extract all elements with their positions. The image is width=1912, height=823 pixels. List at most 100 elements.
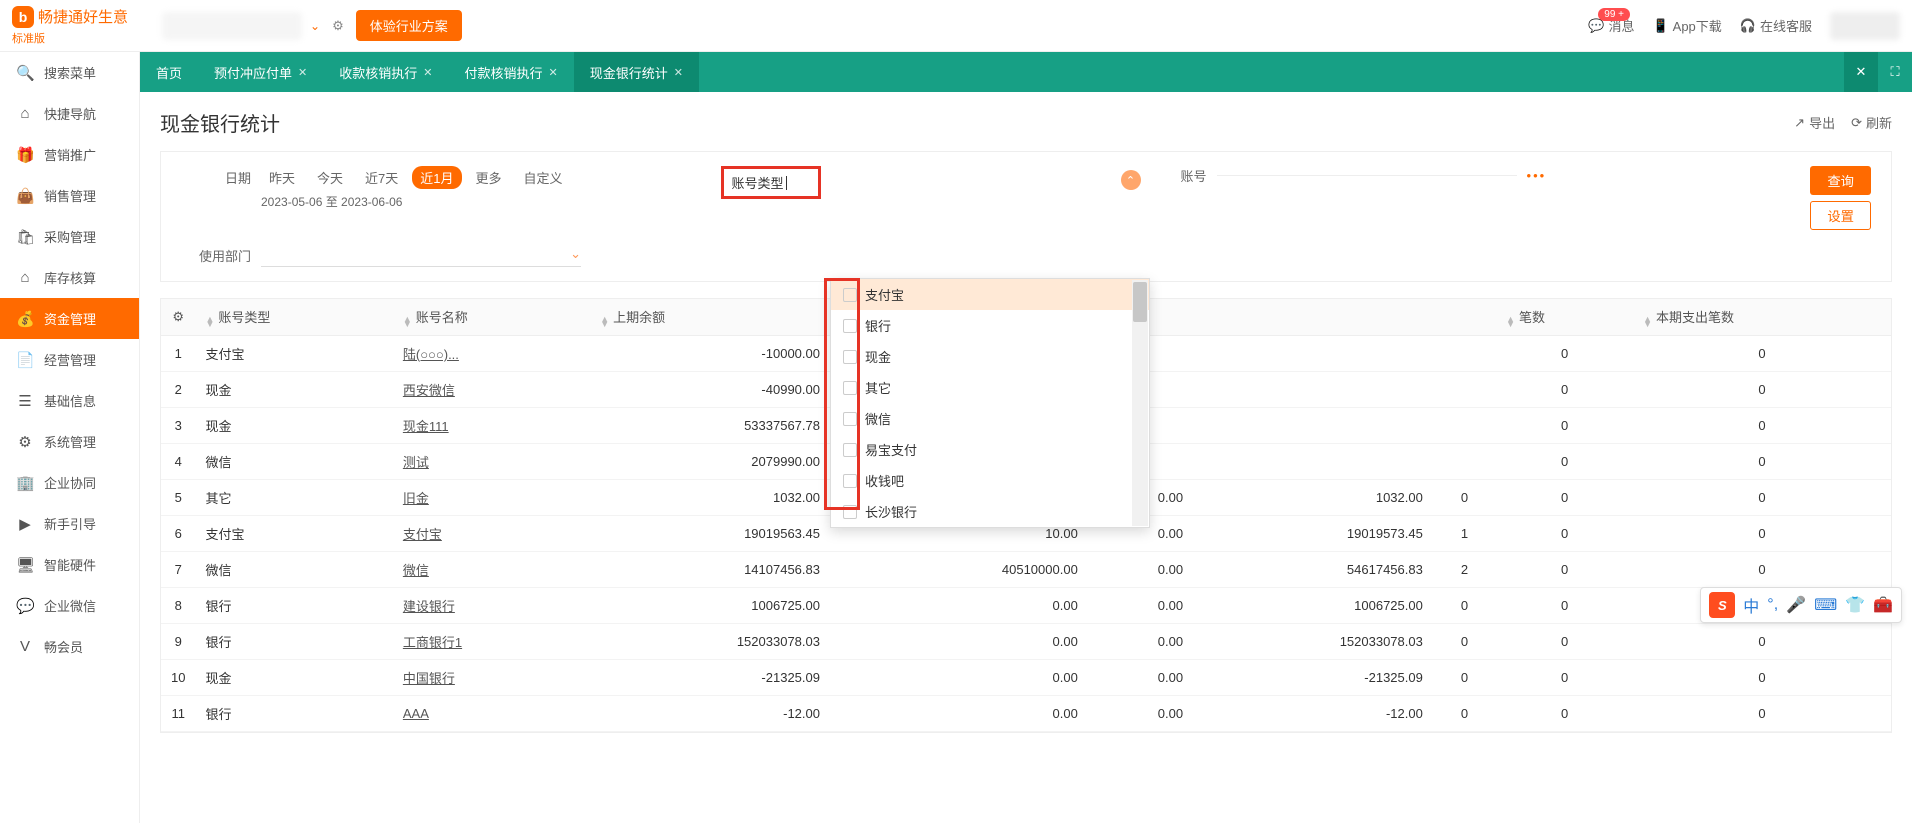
cell[interactable]: 建设银行 <box>393 588 590 624</box>
column-header[interactable]: ▲▼账号类型 <box>195 299 392 336</box>
ime-skin-icon[interactable]: 👕 <box>1845 595 1865 615</box>
dropdown-option[interactable]: 现金 <box>831 341 1149 372</box>
customer-service-button[interactable]: 🎧 在线客服 <box>1740 16 1812 35</box>
checkbox[interactable] <box>843 350 857 364</box>
tab-close-icon[interactable]: ✕ <box>423 66 432 79</box>
cell[interactable]: 微信 <box>393 552 590 588</box>
sidebar-item[interactable]: 🛍采购管理 <box>0 216 139 257</box>
cell[interactable]: 工商银行1 <box>393 624 590 660</box>
cell[interactable]: AAA <box>393 696 590 732</box>
ime-lang-label[interactable]: 中 <box>1743 593 1759 617</box>
experience-button[interactable]: 体验行业方案 <box>356 10 462 41</box>
org-chevron-icon[interactable]: ⌄ <box>310 19 320 33</box>
cell[interactable]: 西安微信 <box>393 372 590 408</box>
date-chip[interactable]: 自定义 <box>516 166 571 189</box>
sort-icon[interactable]: ▲▼ <box>600 317 609 327</box>
dropdown-option[interactable]: 微信 <box>831 403 1149 434</box>
column-header[interactable] <box>1433 299 1496 336</box>
dropdown-option[interactable]: 长沙银行 <box>831 496 1149 527</box>
sidebar-item[interactable]: 🖥智能硬件 <box>0 544 139 585</box>
account-link[interactable]: 建设银行 <box>403 599 455 614</box>
settings-button[interactable]: 设置 <box>1810 201 1871 230</box>
column-header[interactable]: ▲▼笔数 <box>1496 299 1633 336</box>
sidebar-item[interactable]: ☰基础信息 <box>0 380 139 421</box>
dropdown-scrollbar[interactable] <box>1132 280 1148 526</box>
sidebar-item[interactable]: ⌂库存核算 <box>0 257 139 298</box>
collapse-filter-icon[interactable]: ⌃ <box>1121 170 1141 190</box>
account-link[interactable]: 工商银行1 <box>403 635 462 650</box>
cell[interactable]: 中国银行 <box>393 660 590 696</box>
tab[interactable]: 付款核销执行✕ <box>448 52 573 92</box>
account-link[interactable]: 旧金 <box>403 491 429 506</box>
sidebar-item[interactable]: ⌂快捷导航 <box>0 93 139 134</box>
account-link[interactable]: 西安微信 <box>403 383 455 398</box>
date-chip[interactable]: 近7天 <box>357 166 406 189</box>
checkbox[interactable] <box>843 412 857 426</box>
more-dots-icon[interactable]: ••• <box>1527 168 1547 183</box>
date-chip[interactable]: 更多 <box>468 166 510 189</box>
account-link[interactable]: 微信 <box>403 563 429 578</box>
account-link[interactable]: AAA <box>403 706 429 721</box>
account-link[interactable]: 陆(○○○)... <box>403 347 459 362</box>
sidebar-item[interactable]: 🏢企业协同 <box>0 462 139 503</box>
checkbox[interactable] <box>843 319 857 333</box>
sort-icon[interactable]: ▲▼ <box>403 317 412 327</box>
column-header[interactable]: ⚙ <box>161 299 195 336</box>
checkbox[interactable] <box>843 505 857 519</box>
tab[interactable]: 收款核销执行✕ <box>323 52 448 92</box>
account-link[interactable]: 中国银行 <box>403 671 455 686</box>
sort-icon[interactable]: ▲▼ <box>205 317 214 327</box>
date-chip[interactable]: 近1月 <box>412 166 461 189</box>
account-link[interactable]: 支付宝 <box>403 527 442 542</box>
ime-mic-icon[interactable]: 🎤 <box>1786 595 1806 615</box>
cell[interactable]: 旧金 <box>393 480 590 516</box>
tab[interactable]: 首页 <box>140 52 198 92</box>
ime-keyboard-icon[interactable]: ⌨ <box>1814 595 1837 615</box>
dropdown-option[interactable]: 银行 <box>831 310 1149 341</box>
sidebar-item[interactable]: 🎁营销推广 <box>0 134 139 175</box>
tab-close-all-button[interactable]: ✕ <box>1844 52 1878 92</box>
account-link[interactable]: 测试 <box>403 455 429 470</box>
checkbox[interactable] <box>843 381 857 395</box>
sort-icon[interactable]: ▲▼ <box>1506 317 1515 327</box>
sidebar-item[interactable]: V畅会员 <box>0 626 139 667</box>
export-button[interactable]: ↗ 导出 <box>1794 113 1835 132</box>
tab-close-icon[interactable]: ✕ <box>674 66 683 79</box>
sort-icon[interactable]: ▲▼ <box>1643 317 1652 327</box>
tab[interactable]: 预付冲应付单✕ <box>198 52 323 92</box>
checkbox[interactable] <box>843 474 857 488</box>
column-header[interactable]: ▲▼账号名称 <box>393 299 590 336</box>
column-header[interactable]: ▲▼上期余额 <box>590 299 830 336</box>
tab-expand-button[interactable]: ⛶ <box>1878 52 1912 92</box>
ime-toolbox-icon[interactable]: 🧰 <box>1873 595 1893 615</box>
sidebar-item[interactable]: 💰资金管理 <box>0 298 139 339</box>
dropdown-option[interactable]: 易宝支付 <box>831 434 1149 465</box>
query-button[interactable]: 查询 <box>1810 166 1871 195</box>
scrollbar-thumb[interactable] <box>1133 282 1147 322</box>
messages-button[interactable]: 💬 消息 99 + <box>1588 16 1634 35</box>
dropdown-option[interactable]: 其它 <box>831 372 1149 403</box>
cell[interactable]: 现金111 <box>393 408 590 444</box>
column-header[interactable]: ▲▼本期支出笔数 <box>1633 299 1891 336</box>
dropdown-option[interactable]: 收钱吧 <box>831 465 1149 496</box>
sidebar-item[interactable]: ▶新手引导 <box>0 503 139 544</box>
sidebar-item[interactable]: 🔍搜索菜单 <box>0 52 139 93</box>
tab-close-icon[interactable]: ✕ <box>298 66 307 79</box>
ime-punct-icon[interactable]: °, <box>1767 596 1778 614</box>
ime-toolbar[interactable]: S 中 °, 🎤 ⌨ 👕 🧰 <box>1700 587 1902 623</box>
date-chip[interactable]: 昨天 <box>261 166 303 189</box>
cell[interactable]: 支付宝 <box>393 516 590 552</box>
sidebar-item[interactable]: 📄经营管理 <box>0 339 139 380</box>
refresh-button[interactable]: ⟳ 刷新 <box>1851 113 1892 132</box>
dept-select[interactable]: ⌄ <box>261 242 581 267</box>
sidebar-item[interactable]: 👜销售管理 <box>0 175 139 216</box>
checkbox[interactable] <box>843 288 857 302</box>
dropdown-option[interactable]: 支付宝 <box>831 279 1149 310</box>
sidebar-item[interactable]: 💬企业微信 <box>0 585 139 626</box>
account-type-input-highlight[interactable]: 账号类型 <box>721 166 821 199</box>
tab[interactable]: 现金银行统计✕ <box>574 52 699 92</box>
column-header[interactable] <box>1193 299 1433 336</box>
sidebar-item[interactable]: ⚙系统管理 <box>0 421 139 462</box>
tab-close-icon[interactable]: ✕ <box>549 66 558 79</box>
gear-icon[interactable]: ⚙ <box>172 309 184 324</box>
